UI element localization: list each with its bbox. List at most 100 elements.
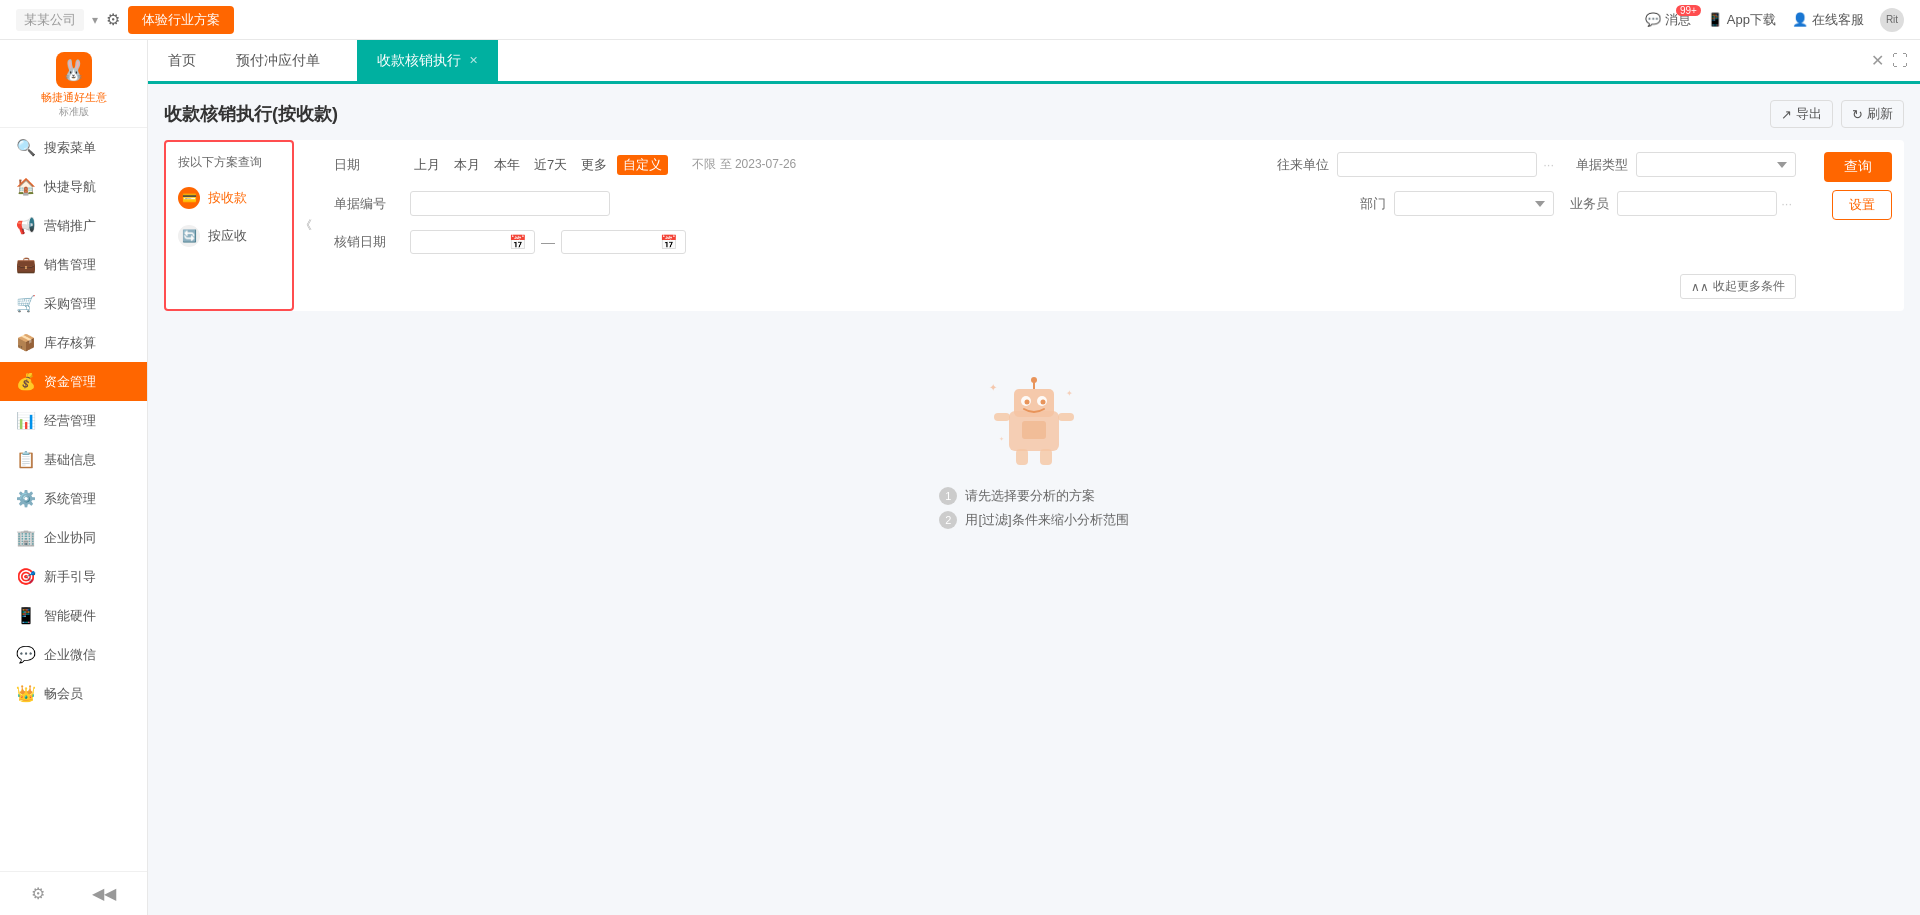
sidebar-item-label: 经营管理 bbox=[44, 412, 96, 430]
sidebar-item-business[interactable]: 📊 经营管理 bbox=[0, 401, 147, 440]
query-btn[interactable]: 查询 bbox=[1824, 152, 1892, 182]
filter-sidebar: 按以下方案查询 💳 按收款 🔄 按应收 bbox=[164, 140, 294, 311]
sidebar-item-enterprise[interactable]: 🏢 企业协同 bbox=[0, 518, 147, 557]
receipt-icon: 💳 bbox=[178, 187, 200, 209]
collapse-chevron-icon: ∧∧ bbox=[1691, 280, 1709, 294]
tab-close-btn[interactable]: ✕ bbox=[1871, 51, 1884, 70]
tab-collect-close[interactable]: ✕ bbox=[469, 54, 478, 67]
header-right: 💬 消息 99+ 📱 App下载 👤 在线客服 Rit bbox=[1645, 8, 1904, 32]
tab-prepay[interactable]: 预付冲应付单 ✕ bbox=[216, 40, 357, 81]
date-info: 不限 至 2023-07-26 bbox=[692, 156, 796, 173]
hint-num-2: 2 bbox=[939, 511, 957, 529]
main-layout: 🐰 畅捷通好生意 标准版 🔍 搜索菜单 🏠 快捷导航 📢 营销推广 💼 销售管理… bbox=[0, 40, 1920, 915]
sidebar-item-finance[interactable]: 💰 资金管理 bbox=[0, 362, 147, 401]
sales-icon: 💼 bbox=[16, 255, 36, 274]
chevron-down-icon[interactable]: ▾ bbox=[92, 13, 98, 27]
tab-prepay-close[interactable]: ✕ bbox=[328, 54, 337, 67]
counterpart-input[interactable] bbox=[1337, 152, 1537, 177]
message-count: 99+ bbox=[1676, 5, 1701, 16]
counterpart-input-wrap: ··· bbox=[1337, 152, 1560, 177]
svg-text:✦: ✦ bbox=[989, 382, 997, 393]
refresh-btn[interactable]: ↻ 刷新 bbox=[1841, 100, 1904, 128]
sidebar-item-label: 营销推广 bbox=[44, 217, 96, 235]
sidebar-item-weixin[interactable]: 💬 企业微信 bbox=[0, 635, 147, 674]
filter-option-receivable[interactable]: 🔄 按应收 bbox=[166, 217, 292, 255]
app-download-btn[interactable]: 📱 App下载 bbox=[1707, 11, 1776, 29]
sidebar-item-label: 库存核算 bbox=[44, 334, 96, 352]
header-left: 某某公司 ▾ ⚙ 体验行业方案 bbox=[16, 6, 234, 34]
salesman-input-wrap: ··· bbox=[1617, 191, 1796, 216]
doc-no-input[interactable] bbox=[410, 191, 610, 216]
tab-collect[interactable]: 收款核销执行 ✕ bbox=[357, 40, 498, 81]
date-this-month[interactable]: 本月 bbox=[450, 154, 484, 176]
collapse-more-btn[interactable]: ∧∧ 收起更多条件 bbox=[1680, 274, 1796, 299]
date-this-year[interactable]: 本年 bbox=[490, 154, 524, 176]
filter-option-receivable-label: 按应收 bbox=[208, 227, 247, 245]
tab-fullscreen-btn[interactable]: ⛶ bbox=[1892, 52, 1908, 70]
counterpart-group: 往来单位 ··· bbox=[1277, 152, 1560, 177]
industry-btn[interactable]: 体验行业方案 bbox=[128, 6, 234, 34]
finance-icon: 💰 bbox=[16, 372, 36, 391]
settings-btn[interactable]: 设置 bbox=[1832, 190, 1892, 220]
app-version: 标准版 bbox=[59, 105, 89, 119]
business-icon: 📊 bbox=[16, 411, 36, 430]
hardware-icon: 📱 bbox=[16, 606, 36, 625]
tab-home[interactable]: 首页 bbox=[148, 40, 216, 81]
tab-collect-label: 收款核销执行 bbox=[377, 52, 461, 70]
sidebar-item-search[interactable]: 🔍 搜索菜单 bbox=[0, 128, 147, 167]
sidebar-item-hardware[interactable]: 📱 智能硬件 bbox=[0, 596, 147, 635]
doc-type-select[interactable] bbox=[1636, 152, 1796, 177]
basic-info-icon: 📋 bbox=[16, 450, 36, 469]
message-icon: 💬 bbox=[1645, 12, 1661, 27]
sidebar-item-member[interactable]: 👑 畅会员 bbox=[0, 674, 147, 713]
export-btn[interactable]: ↗ 导出 bbox=[1770, 100, 1833, 128]
filter-main: 日期 上月 本月 本年 近7天 更多 自定义 不限 至 2023-07-26 往… bbox=[318, 140, 1812, 311]
avatar[interactable]: Rit bbox=[1880, 8, 1904, 32]
salesman-group: 业务员 ··· bbox=[1570, 191, 1796, 216]
sidebar-item-system[interactable]: ⚙️ 系统管理 bbox=[0, 479, 147, 518]
svg-rect-9 bbox=[1058, 413, 1074, 421]
sidebar-logo: 🐰 畅捷通好生意 标准版 bbox=[0, 40, 147, 128]
top-header: 某某公司 ▾ ⚙ 体验行业方案 💬 消息 99+ 📱 App下载 👤 在线客服 … bbox=[0, 0, 1920, 40]
calendar-start-icon[interactable]: 📅 bbox=[509, 234, 526, 250]
date-7days[interactable]: 近7天 bbox=[530, 154, 571, 176]
weixin-icon: 💬 bbox=[16, 645, 36, 664]
filter-option-receipt[interactable]: 💳 按收款 bbox=[166, 179, 292, 217]
sidebar-item-label: 智能硬件 bbox=[44, 607, 96, 625]
online-service-btn[interactable]: 👤 在线客服 bbox=[1792, 11, 1864, 29]
enterprise-icon: 🏢 bbox=[16, 528, 36, 547]
sidebar-settings-btn[interactable]: ⚙ bbox=[27, 880, 49, 907]
verify-start-input[interactable]: 2023-03-01 bbox=[419, 235, 509, 250]
salesman-input[interactable] bbox=[1617, 191, 1777, 216]
date-custom[interactable]: 自定义 bbox=[617, 155, 668, 175]
calendar-end-icon[interactable]: 📅 bbox=[660, 234, 677, 250]
sidebar-item-basic-info[interactable]: 📋 基础信息 bbox=[0, 440, 147, 479]
sidebar-item-purchase[interactable]: 🛒 采购管理 bbox=[0, 284, 147, 323]
sidebar-item-sales[interactable]: 💼 销售管理 bbox=[0, 245, 147, 284]
empty-state: ✦ ✦ ✦ 1 请先选择要分析的方案 2 用[过滤]条件来缩小分析范围 bbox=[164, 311, 1904, 589]
counterpart-dots: ··· bbox=[1543, 157, 1554, 172]
doc-type-label: 单据类型 bbox=[1576, 156, 1628, 174]
refresh-icon: ↻ bbox=[1852, 107, 1863, 122]
sidebar-collapse-btn[interactable]: ◀◀ bbox=[88, 880, 120, 907]
sidebar-item-quick-nav[interactable]: 🏠 快捷导航 bbox=[0, 167, 147, 206]
date-more[interactable]: 更多 bbox=[577, 154, 611, 176]
sidebar-item-marketing[interactable]: 📢 营销推广 bbox=[0, 206, 147, 245]
verify-end-input[interactable]: 2023-07-21 bbox=[570, 235, 660, 250]
tab-prepay-label: 预付冲应付单 bbox=[236, 52, 320, 70]
empty-robot-illustration: ✦ ✦ ✦ bbox=[984, 371, 1084, 471]
date-last-month[interactable]: 上月 bbox=[410, 154, 444, 176]
dept-select[interactable] bbox=[1394, 191, 1554, 216]
filter-row-1: 日期 上月 本月 本年 近7天 更多 自定义 不限 至 2023-07-26 往… bbox=[334, 152, 1796, 177]
content-area: 首页 预付冲应付单 ✕ 收款核销执行 ✕ ✕ ⛶ 收款核销执行(按收款) bbox=[148, 40, 1920, 915]
filter-option-receipt-label: 按收款 bbox=[208, 189, 247, 207]
sidebar-item-guide[interactable]: 🎯 新手引导 bbox=[0, 557, 147, 596]
app-logo: 🐰 bbox=[56, 52, 92, 88]
collapse-more-row: ∧∧ 收起更多条件 bbox=[334, 268, 1796, 299]
settings-icon[interactable]: ⚙ bbox=[106, 10, 120, 29]
verify-date-label: 核销日期 bbox=[334, 233, 394, 251]
message-btn[interactable]: 💬 消息 99+ bbox=[1645, 11, 1691, 29]
dept-group: 部门 bbox=[1360, 191, 1554, 216]
sidebar-item-inventory[interactable]: 📦 库存核算 bbox=[0, 323, 147, 362]
filter-collapse-btn[interactable]: 《 bbox=[298, 140, 314, 311]
